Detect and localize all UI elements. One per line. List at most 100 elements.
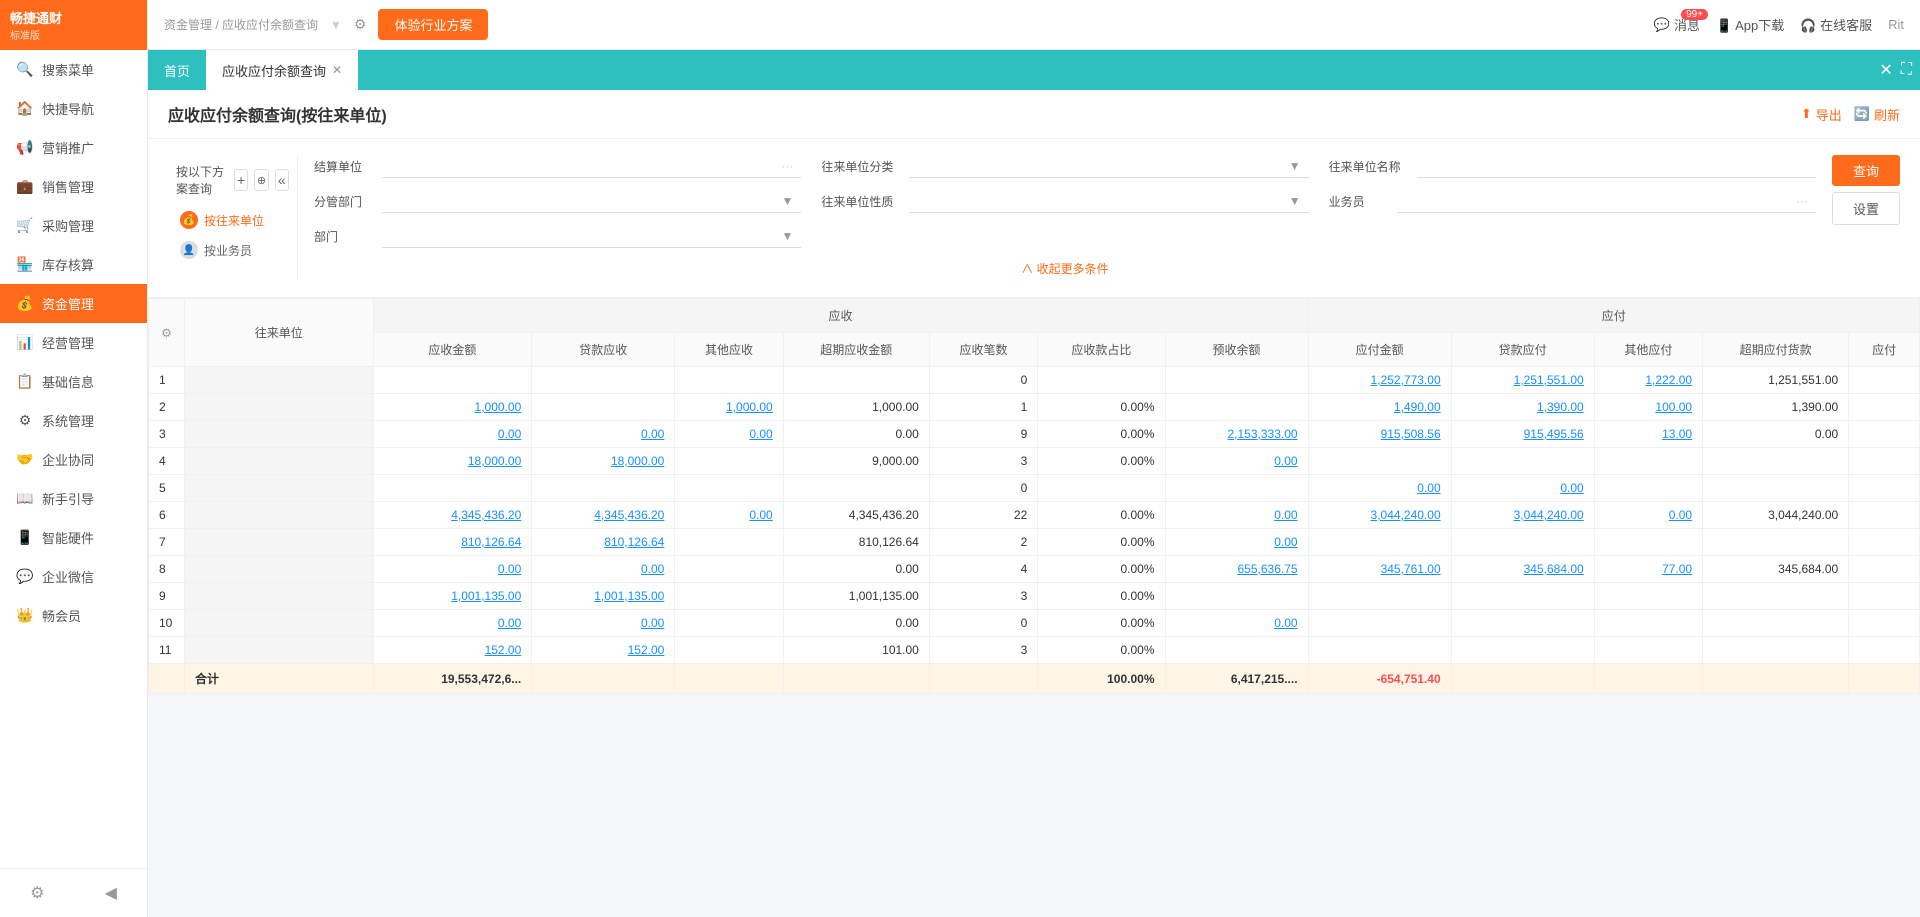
table-cell[interactable]: 0.00 <box>1165 610 1308 637</box>
cell-link[interactable]: 0.00 <box>1274 508 1297 522</box>
table-cell[interactable]: 77.00 <box>1594 556 1702 583</box>
cell-link[interactable]: 0.00 <box>1669 508 1692 522</box>
cell-link[interactable]: 18,000.00 <box>468 454 521 468</box>
sidebar-item-wechat[interactable]: 💬 企业微信 <box>0 557 147 596</box>
table-cell[interactable]: 1,251,551.00 <box>1451 367 1594 394</box>
sidebar-item-operation[interactable]: 📊 经营管理 <box>0 323 147 362</box>
sidebar-item-collab[interactable]: 🤝 企业协同 <box>0 440 147 479</box>
cell-link[interactable]: 13.00 <box>1662 427 1692 441</box>
table-cell[interactable]: 0.00 <box>532 556 675 583</box>
branch-dept-select[interactable]: ▼ <box>382 190 801 213</box>
notifications-badge[interactable]: 💬 消息 99+ <box>1654 15 1700 34</box>
table-cell[interactable]: 0.00 <box>675 421 783 448</box>
cell-link[interactable]: 0.00 <box>641 427 664 441</box>
cell-link[interactable]: 0.00 <box>641 616 664 630</box>
dept-select[interactable]: ▼ <box>382 225 801 248</box>
table-cell[interactable]: 13.00 <box>1594 421 1702 448</box>
sidebar-item-basic[interactable]: 📋 基础信息 <box>0 362 147 401</box>
sidebar-item-finance[interactable]: 💰 资金管理 <box>0 284 147 323</box>
sidebar-item-hardware[interactable]: 📱 智能硬件 <box>0 518 147 557</box>
table-cell[interactable]: 152.00 <box>532 637 675 664</box>
cell-link[interactable]: 0.00 <box>1274 454 1297 468</box>
cell-link[interactable]: 0.00 <box>1274 535 1297 549</box>
cell-link[interactable]: 3,044,240.00 <box>1371 508 1441 522</box>
table-cell[interactable]: 4,345,436.20 <box>532 502 675 529</box>
cell-link[interactable]: 152.00 <box>628 643 665 657</box>
tab-close-icon[interactable]: ✕ <box>332 63 342 77</box>
table-cell[interactable]: 915,508.56 <box>1308 421 1451 448</box>
table-cell[interactable]: 0.00 <box>373 610 532 637</box>
tab-close-window-icon[interactable]: ✕ <box>1879 60 1892 80</box>
sidebar-item-quick-nav[interactable]: 🏠 快捷导航 <box>0 89 147 128</box>
cell-link[interactable]: 3,044,240.00 <box>1514 508 1584 522</box>
cell-link[interactable]: 1,000.00 <box>726 400 773 414</box>
cell-link[interactable]: 1,222.00 <box>1645 373 1692 387</box>
cell-link[interactable]: 345,684.00 <box>1524 562 1584 576</box>
salesman-input[interactable]: ··· <box>1397 190 1816 213</box>
sidebar-item-sales[interactable]: 💼 销售管理 <box>0 167 147 206</box>
table-cell[interactable]: 915,495.56 <box>1451 421 1594 448</box>
cell-link[interactable]: 810,126.64 <box>604 535 664 549</box>
cell-link[interactable]: 0.00 <box>498 616 521 630</box>
filter-settings-button[interactable]: ⊕ <box>254 169 268 191</box>
cell-link[interactable]: 0.00 <box>749 427 772 441</box>
table-cell[interactable]: 1,390.00 <box>1451 394 1594 421</box>
filter-collapse-button[interactable]: « <box>275 169 289 191</box>
table-cell[interactable]: 1,000.00 <box>373 394 532 421</box>
cell-link[interactable]: 100.00 <box>1655 400 1692 414</box>
table-cell[interactable]: 2,153,333.00 <box>1165 421 1308 448</box>
table-cell[interactable]: 0.00 <box>1165 448 1308 475</box>
tab-maximize-icon[interactable]: ⛶ <box>1901 61 1912 79</box>
table-cell[interactable]: 1,001,135.00 <box>532 583 675 610</box>
collapse-more-btn[interactable]: ∧ 收起更多条件 <box>314 256 1816 281</box>
sidebar-item-system[interactable]: ⚙ 系统管理 <box>0 401 147 440</box>
cell-link[interactable]: 0.00 <box>1417 481 1440 495</box>
setting-button[interactable]: 设置 <box>1832 192 1900 225</box>
plan-button[interactable]: 体验行业方案 <box>378 9 488 40</box>
cell-link[interactable]: 2,153,333.00 <box>1227 427 1297 441</box>
table-cell[interactable]: 1,222.00 <box>1594 367 1702 394</box>
cell-link[interactable]: 1,001,135.00 <box>594 589 664 603</box>
cell-link[interactable]: 0.00 <box>1560 481 1583 495</box>
table-cell[interactable]: 0.00 <box>1451 475 1594 502</box>
table-cell[interactable]: 0.00 <box>373 421 532 448</box>
cell-link[interactable]: 655,636.75 <box>1238 562 1298 576</box>
cell-link[interactable]: 0.00 <box>498 562 521 576</box>
cell-link[interactable]: 0.00 <box>641 562 664 576</box>
sidebar-item-member[interactable]: 👑 畅会员 <box>0 596 147 635</box>
table-cell[interactable]: 0.00 <box>1594 502 1702 529</box>
table-cell[interactable]: 1,252,773.00 <box>1308 367 1451 394</box>
table-settings-icon[interactable]: ⚙ <box>161 326 172 340</box>
cell-link[interactable]: 152.00 <box>485 643 522 657</box>
table-cell[interactable]: 0.00 <box>1165 529 1308 556</box>
table-cell[interactable]: 3,044,240.00 <box>1451 502 1594 529</box>
cell-link[interactable]: 0.00 <box>749 508 772 522</box>
cell-link[interactable]: 1,001,135.00 <box>451 589 521 603</box>
cell-link[interactable]: 1,252,773.00 <box>1371 373 1441 387</box>
filter-nav-by-partner[interactable]: 💰 按往来单位 <box>168 205 297 235</box>
table-cell[interactable]: 0.00 <box>675 502 783 529</box>
sidebar-item-search-menu[interactable]: 🔍 搜索菜单 <box>0 50 147 89</box>
sidebar-item-inventory[interactable]: 🏪 库存核算 <box>0 245 147 284</box>
filter-add-button[interactable]: + <box>234 169 248 191</box>
cell-link[interactable]: 915,508.56 <box>1381 427 1441 441</box>
table-cell[interactable]: 0.00 <box>373 556 532 583</box>
table-cell[interactable]: 0.00 <box>1308 475 1451 502</box>
sidebar-gear-button[interactable]: ⚙ <box>22 879 52 907</box>
cell-link[interactable]: 0.00 <box>498 427 521 441</box>
table-cell[interactable]: 18,000.00 <box>373 448 532 475</box>
tab-home[interactable]: 首页 <box>148 50 206 90</box>
topbar-gear-icon[interactable]: ⚙ <box>354 16 367 33</box>
table-cell[interactable]: 100.00 <box>1594 394 1702 421</box>
app-download[interactable]: 📱 App下载 <box>1716 15 1784 34</box>
online-service[interactable]: 🎧 在线客服 <box>1800 15 1872 34</box>
table-cell[interactable]: 1,490.00 <box>1308 394 1451 421</box>
settlement-unit-input[interactable]: ··· <box>382 155 801 178</box>
refresh-button[interactable]: 🔄 刷新 <box>1854 105 1900 124</box>
cell-link[interactable]: 4,345,436.20 <box>594 508 664 522</box>
cell-link[interactable]: 915,495.56 <box>1524 427 1584 441</box>
table-cell[interactable]: 3,044,240.00 <box>1308 502 1451 529</box>
query-button[interactable]: 查询 <box>1832 155 1900 186</box>
table-cell[interactable]: 345,684.00 <box>1451 556 1594 583</box>
table-cell[interactable]: 810,126.64 <box>373 529 532 556</box>
